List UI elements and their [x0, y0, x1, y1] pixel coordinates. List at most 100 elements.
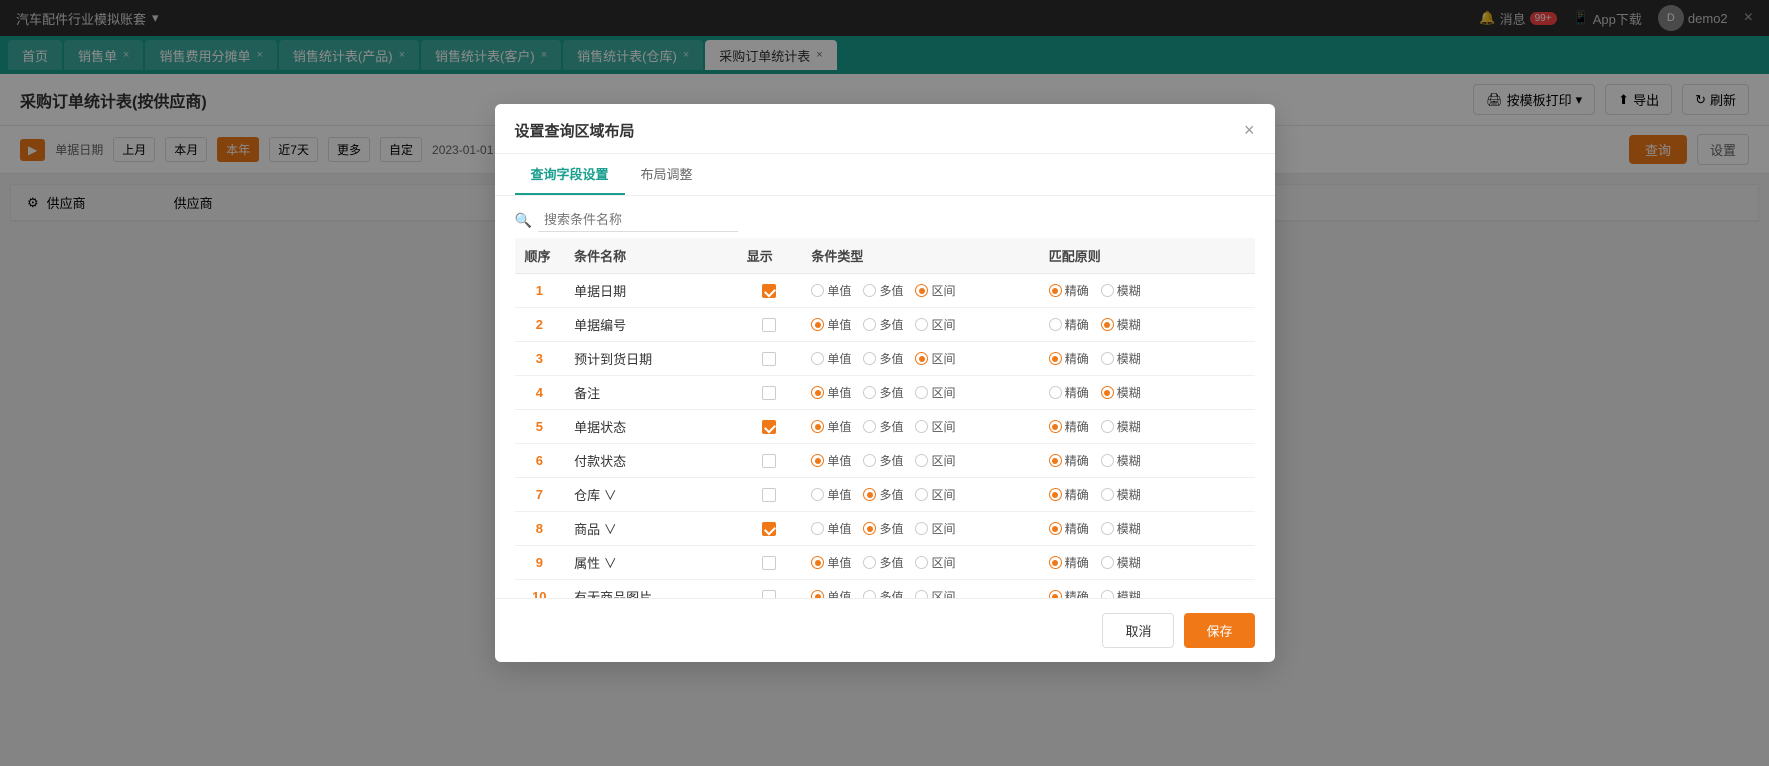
save-button[interactable]: 保存	[1184, 613, 1254, 648]
match-radio-精确[interactable]: 精确	[1049, 452, 1089, 469]
type-radio-多值[interactable]: 多值	[863, 384, 903, 401]
cell-type: 单值多值 区间	[801, 342, 1038, 376]
radio-label: 区间	[931, 350, 955, 367]
match-radio-精确[interactable]: 精确	[1049, 384, 1089, 401]
match-radio-模糊[interactable]: 模糊	[1101, 486, 1141, 503]
type-radio-区间[interactable]: 区间	[915, 418, 955, 435]
type-radio-单值[interactable]: 单值	[811, 384, 851, 401]
cell-show[interactable]	[737, 512, 802, 546]
match-radio-模糊[interactable]: 模糊	[1101, 316, 1141, 333]
modal-close-button[interactable]: ×	[1244, 120, 1255, 141]
match-radio-精确[interactable]: 精确	[1049, 282, 1089, 299]
type-radio-区间[interactable]: 区间	[915, 520, 955, 537]
modal-overlay: 设置查询区域布局 × 查询字段设置 布局调整 🔍 顺序	[0, 0, 1769, 766]
type-radio-group: 单值多值区间	[811, 316, 1028, 333]
radio-label: 模糊	[1117, 384, 1141, 401]
type-radio-单值[interactable]: 单值	[811, 520, 851, 537]
type-radio-单值[interactable]: 单值	[811, 282, 851, 299]
type-radio-group: 单值多值区间	[811, 486, 1028, 503]
radio-dot	[1101, 386, 1114, 399]
conditions-table-scroll[interactable]: 顺序 条件名称 显示 条件类型 匹配原则 1单据日期单值多值区间精确模糊2单据编…	[515, 238, 1255, 598]
th-match: 匹配原则	[1039, 238, 1255, 274]
table-row: 1单据日期单值多值区间精确模糊	[515, 274, 1255, 308]
radio-label: 模糊	[1117, 452, 1141, 469]
modal-tab-query-fields[interactable]: 查询字段设置	[515, 154, 625, 195]
order-number: 7	[536, 487, 543, 502]
radio-dot	[1049, 318, 1062, 331]
type-radio-区间[interactable]: 区间	[915, 554, 955, 571]
match-radio-模糊[interactable]: 模糊	[1101, 588, 1141, 598]
type-radio-区间[interactable]: 区间	[915, 384, 955, 401]
type-radio-区间[interactable]: 区间	[915, 282, 955, 299]
match-radio-模糊[interactable]: 模糊	[1101, 554, 1141, 571]
type-radio-单值[interactable]: 单值	[811, 316, 851, 333]
type-radio-区间[interactable]: 区间	[915, 316, 955, 333]
cell-show[interactable]	[737, 274, 802, 308]
match-radio-精确[interactable]: 精确	[1049, 520, 1089, 537]
search-input[interactable]	[538, 208, 738, 232]
type-radio-区间[interactable]: 区间	[915, 588, 955, 598]
type-radio-多值[interactable]: 多值	[863, 282, 903, 299]
type-radio-多值[interactable]: 多值	[863, 316, 903, 333]
type-radio-多值[interactable]: 多值	[863, 588, 903, 598]
radio-label: 区间	[931, 520, 955, 537]
type-radio-单值[interactable]: 单值	[811, 554, 851, 571]
show-checkbox[interactable]	[762, 420, 776, 434]
cell-show[interactable]	[737, 478, 802, 512]
match-radio-精确[interactable]: 精确	[1049, 486, 1089, 503]
match-radio-精确[interactable]: 精确	[1049, 588, 1089, 598]
show-checkbox[interactable]	[762, 352, 776, 366]
cancel-button[interactable]: 取消	[1102, 613, 1174, 648]
show-checkbox[interactable]	[762, 386, 776, 400]
cell-show[interactable]	[737, 308, 802, 342]
match-radio-精确[interactable]: 精确	[1049, 418, 1089, 435]
show-checkbox[interactable]	[762, 454, 776, 468]
show-checkbox[interactable]	[762, 488, 776, 502]
type-radio-多值[interactable]: 多值	[863, 418, 903, 435]
type-radio-单值[interactable]: 单值	[811, 350, 851, 367]
type-radio-单值[interactable]: 单值	[811, 486, 851, 503]
type-radio-区间[interactable]: 区间	[915, 486, 955, 503]
cell-show[interactable]	[737, 376, 802, 410]
radio-label: 多值	[879, 520, 903, 537]
match-radio-模糊[interactable]: 模糊	[1101, 418, 1141, 435]
show-checkbox[interactable]	[762, 284, 776, 298]
match-radio-精确[interactable]: 精确	[1049, 350, 1089, 367]
show-checkbox[interactable]	[762, 522, 776, 536]
cell-match: 精确模糊	[1039, 274, 1255, 308]
modal-tab-layout[interactable]: 布局调整	[625, 154, 709, 195]
match-radio-模糊[interactable]: 模糊	[1101, 350, 1141, 367]
cell-show[interactable]	[737, 410, 802, 444]
type-radio-区间[interactable]: 区间	[915, 452, 955, 469]
cell-show[interactable]	[737, 342, 802, 376]
type-radio-单值[interactable]: 单值	[811, 588, 851, 598]
match-radio-模糊[interactable]: 模糊	[1101, 282, 1141, 299]
show-checkbox[interactable]	[762, 318, 776, 332]
match-radio-精确[interactable]: 精确	[1049, 554, 1089, 571]
type-radio-多值[interactable]: 多值	[863, 520, 903, 537]
radio-label: 模糊	[1117, 316, 1141, 333]
cell-show[interactable]	[737, 546, 802, 580]
match-radio-模糊[interactable]: 模糊	[1101, 520, 1141, 537]
order-number: 3	[536, 351, 543, 366]
match-radio-模糊[interactable]: 模糊	[1101, 452, 1141, 469]
type-radio-单值[interactable]: 单值	[811, 452, 851, 469]
cell-show[interactable]	[737, 444, 802, 478]
cell-name: 商品 ∨	[564, 512, 737, 546]
type-radio-多值[interactable]: 多值	[863, 554, 903, 571]
show-checkbox[interactable]	[762, 556, 776, 570]
type-radio-区间[interactable]: 区间	[915, 350, 955, 367]
type-radio-group: 单值 多值 区间	[811, 588, 1028, 598]
type-radio-单值[interactable]: 单值	[811, 418, 851, 435]
cell-match: 精确 模糊	[1039, 376, 1255, 410]
type-radio-多值[interactable]: 多值	[863, 486, 903, 503]
order-number: 1	[536, 283, 543, 298]
match-radio-模糊[interactable]: 模糊	[1101, 384, 1141, 401]
match-radio-精确[interactable]: 精确	[1049, 316, 1089, 333]
radio-dot	[811, 556, 824, 569]
radio-label: 精确	[1065, 350, 1089, 367]
show-checkbox[interactable]	[762, 590, 776, 598]
cell-show[interactable]	[737, 580, 802, 599]
type-radio-多值[interactable]: 多值	[863, 452, 903, 469]
type-radio-多值[interactable]: 多值	[863, 350, 903, 367]
